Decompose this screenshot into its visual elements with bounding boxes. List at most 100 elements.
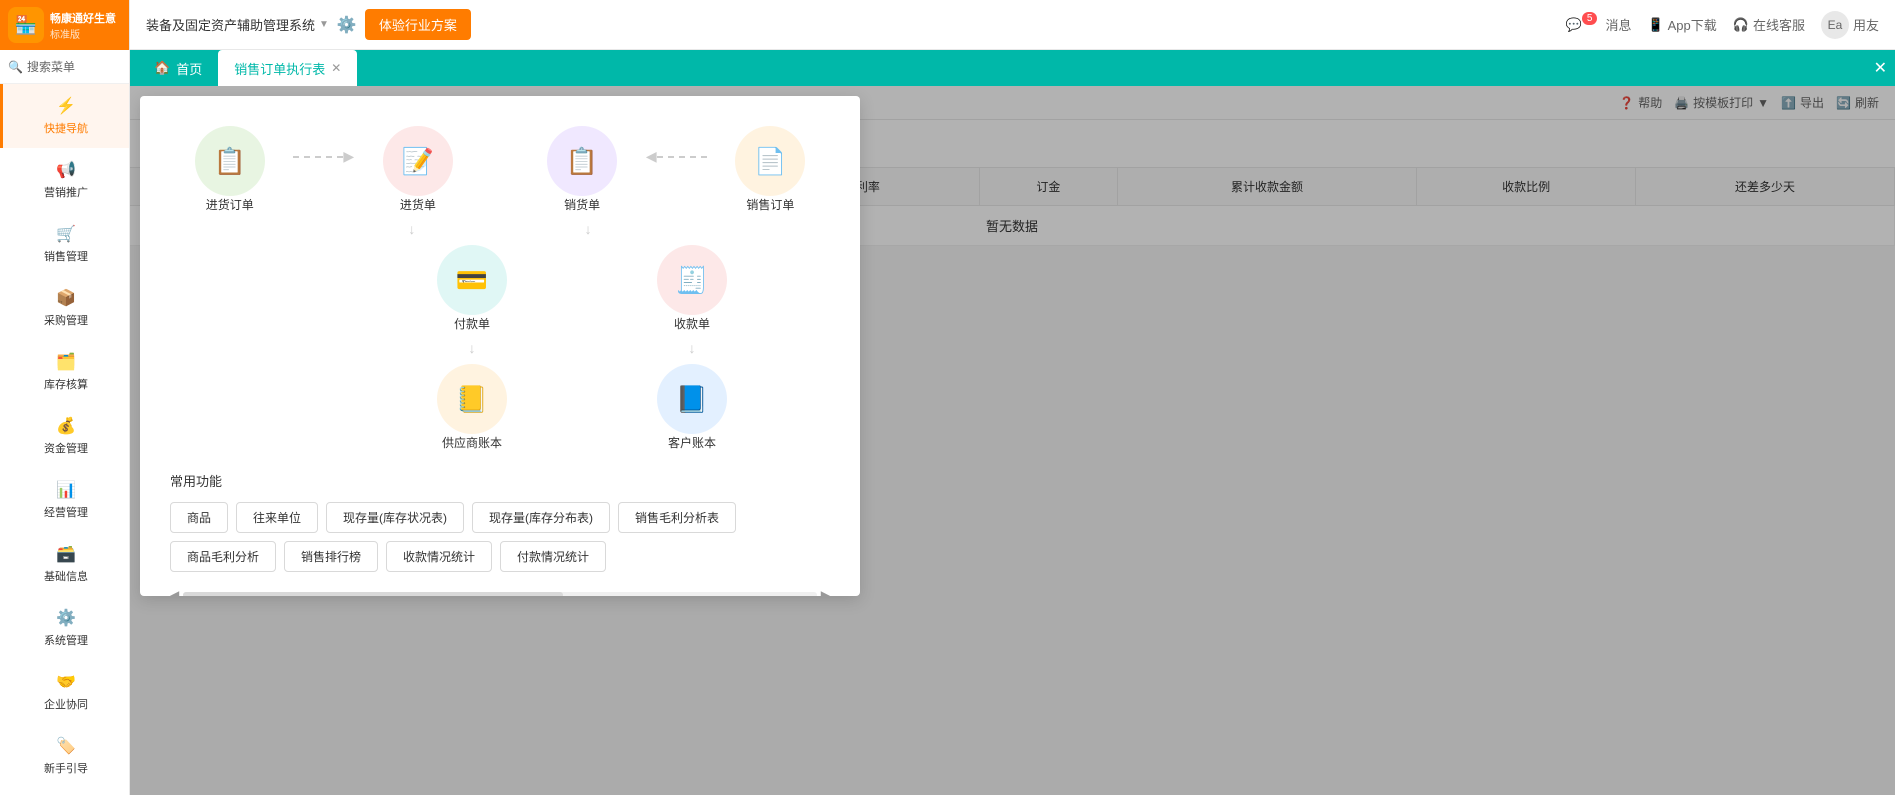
supplier-circle[interactable]: 📒 bbox=[437, 364, 507, 434]
overlay: 📋 进货订单 ▶ 📝 bbox=[130, 86, 1895, 795]
arrow-po-to-pb: ▶ bbox=[293, 126, 354, 165]
quick-nav-panel: 📋 进货订单 ▶ 📝 bbox=[140, 96, 860, 596]
flow-col-sales-order: 📄 销售订单 bbox=[711, 126, 830, 213]
common-btn-sales-ranking[interactable]: 销售排行榜 bbox=[284, 541, 378, 572]
header-right: 💬 5 消息 📱 App下载 🎧 在线客服 Ea 用友 bbox=[1566, 11, 1879, 39]
sidebar-item-guide[interactable]: 🏷️ 新手引导 bbox=[0, 724, 129, 788]
down-arrow-sb: ↓ bbox=[524, 221, 652, 237]
app-download-label: App下载 bbox=[1668, 15, 1717, 34]
sales-order-circle[interactable]: 📄 bbox=[735, 126, 805, 196]
sidebar-item-purchase[interactable]: 📦 采购管理 bbox=[0, 276, 129, 340]
sidebar-item-operations[interactable]: 📊 经营管理 bbox=[0, 468, 129, 532]
sidebar-item-label: 采购管理 bbox=[44, 312, 88, 328]
common-btn-receipt-stats[interactable]: 收款情况统计 bbox=[386, 541, 492, 572]
common-btn-payment-stats[interactable]: 付款情况统计 bbox=[500, 541, 606, 572]
common-btn-stock-dist[interactable]: 现存量(库存分布表) bbox=[472, 502, 610, 533]
customer-label: 客户账本 bbox=[668, 434, 716, 451]
down-arrow-pb: ↓ bbox=[348, 221, 476, 237]
common-btn-product-margin[interactable]: 商品毛利分析 bbox=[170, 541, 276, 572]
flow-col-sales-bill: 📋 销货单 bbox=[522, 126, 641, 213]
scroll-right-btn[interactable]: ▶ bbox=[821, 588, 830, 596]
payment-label: 付款单 bbox=[454, 315, 490, 332]
purchase-order-circle[interactable]: 📋 bbox=[195, 126, 265, 196]
flow-col-customer: 📘 客户账本 bbox=[612, 364, 772, 451]
common-buttons: 商品 往来单位 现存量(库存状况表) 现存量(库存分布表) 销售毛利分析表 商品… bbox=[170, 502, 830, 572]
system-title-dropdown[interactable]: 装备及固定资产辅助管理系统 ▼ bbox=[146, 15, 329, 34]
purchase-bill-circle[interactable]: 📝 bbox=[383, 126, 453, 196]
basic-info-icon: 🗃️ bbox=[56, 544, 76, 564]
inventory-icon: 🗂️ bbox=[56, 352, 76, 372]
scroll-left-btn[interactable]: ◀ bbox=[170, 588, 179, 596]
message-item[interactable]: 💬 5 消息 bbox=[1566, 15, 1632, 34]
sidebar-item-system[interactable]: ⚙️ 系统管理 bbox=[0, 596, 129, 660]
flow-col-supplier: 📒 供应商账本 bbox=[392, 364, 552, 451]
tab-bar: 🏠 首页 销售订单执行表 ✕ ✕ bbox=[130, 50, 1895, 86]
sidebar-logo: 🏪 畅康通好生意 标准版 bbox=[0, 0, 129, 50]
sidebar-item-label: 系统管理 bbox=[44, 632, 88, 648]
payment-circle[interactable]: 💳 bbox=[437, 245, 507, 315]
user-avatar-text: Ea bbox=[1828, 18, 1843, 32]
sidebar-item-basic-info[interactable]: 🗃️ 基础信息 bbox=[0, 532, 129, 596]
tab-home[interactable]: 🏠 首页 bbox=[138, 50, 218, 86]
sales-order-label: 销售订单 bbox=[746, 196, 794, 213]
tab-close-icon[interactable]: ✕ bbox=[331, 61, 341, 75]
tab-home-label: 首页 bbox=[176, 59, 202, 78]
sidebar-item-label: 营销推广 bbox=[44, 184, 88, 200]
sidebar-item-label: 销售管理 bbox=[44, 248, 88, 264]
common-btn-product[interactable]: 商品 bbox=[170, 502, 228, 533]
sidebar-item-label: 资金管理 bbox=[44, 440, 88, 456]
app-download-item[interactable]: 📱 App下载 bbox=[1647, 15, 1716, 34]
sidebar-item-sales[interactable]: 🛒 销售管理 bbox=[0, 212, 129, 276]
user-item[interactable]: Ea 用友 bbox=[1821, 11, 1879, 39]
common-btn-contacts[interactable]: 往来单位 bbox=[236, 502, 318, 533]
receipt-label: 收款单 bbox=[674, 315, 710, 332]
dropdown-arrow-icon: ▼ bbox=[319, 19, 329, 30]
message-label: 消息 bbox=[1605, 15, 1631, 34]
app-download-icon: 📱 bbox=[1647, 17, 1663, 33]
sidebar-item-quick-nav[interactable]: ⚡ 快捷导航 bbox=[0, 84, 129, 148]
purchase-bill-label: 进货单 bbox=[400, 196, 436, 213]
system-icon: ⚙️ bbox=[56, 608, 76, 628]
cooperation-icon: 🤝 bbox=[56, 672, 76, 692]
quick-nav-icon: ⚡ bbox=[56, 96, 76, 116]
sidebar-search[interactable]: 🔍 搜索菜单 bbox=[0, 50, 129, 84]
purchase-order-label: 进货订单 bbox=[206, 196, 254, 213]
message-icon: 💬 bbox=[1566, 17, 1582, 33]
trial-button[interactable]: 体验行业方案 bbox=[365, 9, 471, 40]
customer-circle[interactable]: 📘 bbox=[657, 364, 727, 434]
common-title: 常用功能 bbox=[170, 471, 830, 490]
scroll-bar: ◀ ▶ bbox=[170, 588, 830, 596]
home-icon: 🏠 bbox=[154, 60, 170, 76]
flow-col-receipt: 🧾 收款单 bbox=[612, 245, 772, 332]
app-sub: 标准版 bbox=[50, 26, 116, 41]
settings-icon[interactable]: ⚙️ bbox=[337, 15, 357, 35]
tab-bar-close-icon[interactable]: ✕ bbox=[1874, 58, 1887, 78]
sidebar-item-cooperation[interactable]: 🤝 企业协同 bbox=[0, 660, 129, 724]
operations-icon: 📊 bbox=[56, 480, 76, 500]
online-service-item[interactable]: 🎧 在线客服 bbox=[1733, 15, 1805, 34]
logo-icon: 🏪 bbox=[8, 7, 44, 43]
message-badge: 5 bbox=[1582, 12, 1598, 25]
common-btn-stock-status[interactable]: 现存量(库存状况表) bbox=[326, 502, 464, 533]
marketing-icon: 📢 bbox=[56, 160, 76, 180]
guide-icon: 🏷️ bbox=[56, 736, 76, 756]
down-arrow-pay: ↓ bbox=[392, 340, 552, 356]
scroll-thumb bbox=[183, 592, 563, 596]
sidebar-item-label: 快捷导航 bbox=[44, 120, 88, 136]
common-section: 常用功能 商品 往来单位 现存量(库存状况表) 现存量(库存分布表) 销售毛利分… bbox=[170, 471, 830, 572]
flow-col-payment: 💳 付款单 bbox=[392, 245, 552, 332]
common-btn-sales-margin[interactable]: 销售毛利分析表 bbox=[618, 502, 736, 533]
sales-bill-circle[interactable]: 📋 bbox=[547, 126, 617, 196]
system-title: 装备及固定资产辅助管理系统 bbox=[146, 15, 315, 34]
receipt-circle[interactable]: 🧾 bbox=[657, 245, 727, 315]
tab-sales-order[interactable]: 销售订单执行表 ✕ bbox=[218, 50, 357, 86]
search-icon: 🔍 bbox=[8, 60, 23, 74]
flow-col-purchase-bill: 📝 进货单 bbox=[358, 126, 477, 213]
sidebar-item-label: 基础信息 bbox=[44, 568, 88, 584]
sidebar-item-inventory[interactable]: 🗂️ 库存核算 bbox=[0, 340, 129, 404]
sidebar-item-finance[interactable]: 💰 资金管理 bbox=[0, 404, 129, 468]
sidebar-item-label: 企业协同 bbox=[44, 696, 88, 712]
sidebar-item-label: 经营管理 bbox=[44, 504, 88, 520]
sidebar-item-marketing[interactable]: 📢 营销推广 bbox=[0, 148, 129, 212]
arrow-so-to-sb: ◀ bbox=[646, 126, 707, 165]
